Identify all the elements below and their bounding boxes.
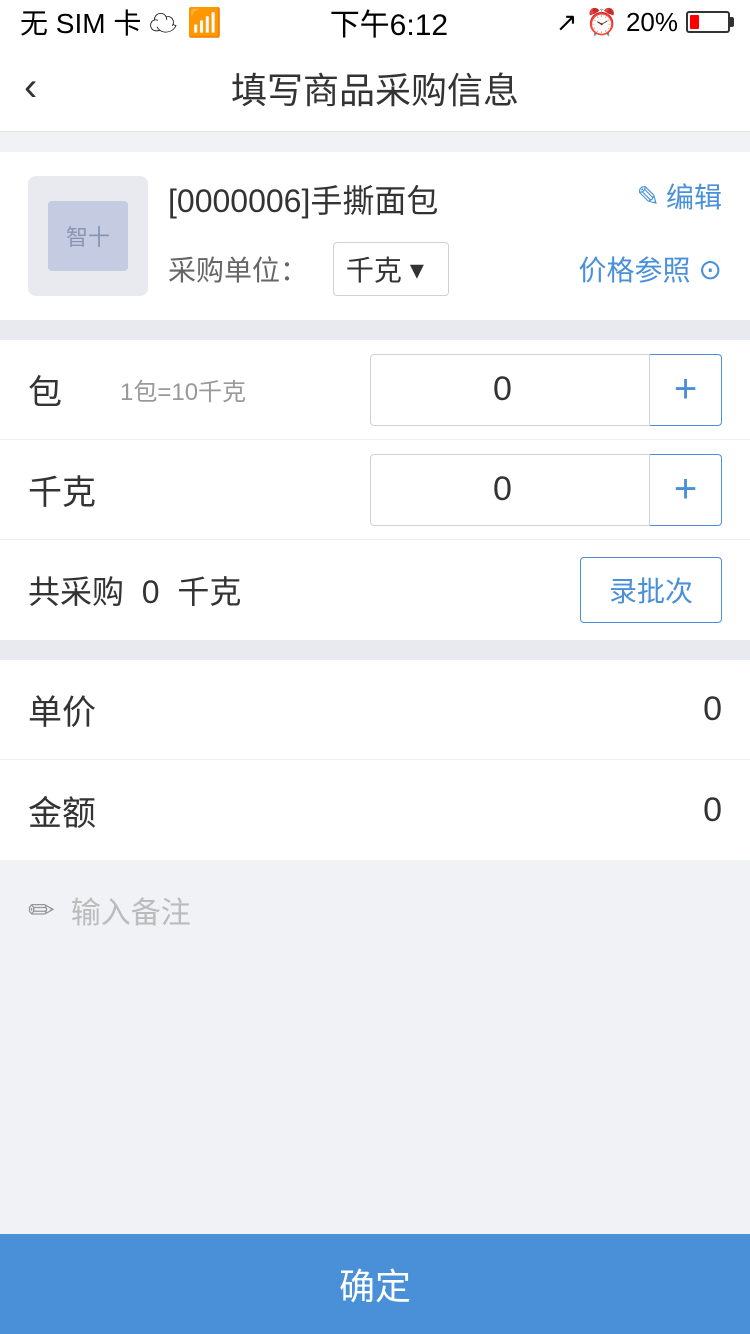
kg-label: 千克	[28, 465, 108, 514]
section-divider-2	[0, 640, 750, 660]
note-placeholder: 输入备注	[71, 888, 191, 932]
bag-number-input[interactable]	[370, 354, 650, 426]
nav-bar: ‹ 填写商品采购信息	[0, 44, 750, 132]
unit-select[interactable]: 千克 ▾	[333, 242, 449, 296]
bag-plus-button[interactable]: +	[650, 354, 722, 426]
summary-text: 共采购 0 千克	[28, 567, 241, 613]
question-icon: ⊙	[699, 253, 722, 286]
bag-input-row: 包 1包=10千克 +	[0, 340, 750, 440]
battery-fill	[690, 15, 699, 29]
battery-tip	[730, 17, 734, 27]
bag-label: 包	[28, 365, 108, 414]
input-section: 包 1包=10千克 + 千克 +	[0, 340, 750, 540]
summary-row: 共采购 0 千克 录批次	[0, 540, 750, 640]
summary-amount: 0	[142, 574, 160, 610]
summary-unit: 千克	[177, 574, 241, 610]
unit-selector-area: 采购单位： 千克 ▾	[168, 242, 449, 296]
section-divider-1	[0, 320, 750, 340]
product-logo: 智十	[48, 201, 128, 271]
price-ref-button[interactable]: 价格参照 ⊙	[579, 249, 722, 289]
status-time: 下午6:12	[330, 0, 448, 44]
status-bar: 无 SIM 卡 ☁ 📶 下午6:12 ↗ ⏰ 20%	[0, 0, 750, 44]
price-section: 单价 0 金额 0	[0, 660, 750, 860]
unit-price-label: 单价	[28, 685, 96, 734]
price-ref-label: 价格参照	[579, 249, 691, 289]
battery-percent: 20%	[626, 7, 678, 38]
logo-text: 智十	[66, 220, 110, 252]
product-unit-row: 采购单位： 千克 ▾ 价格参照 ⊙	[168, 242, 722, 296]
product-info: [0000006]手撕面包 ✎ 编辑 采购单位： 千克 ▾ 价格参照 ⊙	[168, 176, 722, 296]
amount-row: 金额 0	[0, 760, 750, 860]
unit-value: 千克	[346, 249, 402, 289]
kg-plus-button[interactable]: +	[650, 454, 722, 526]
product-name: [0000006]手撕面包	[168, 176, 438, 222]
wifi-icon: 📶	[187, 6, 222, 39]
alarm-icon: ⏰	[586, 7, 618, 38]
edit-icon: ✎	[637, 180, 660, 213]
bag-sublabel: 1包=10千克	[120, 372, 370, 407]
note-section[interactable]: ✏ 输入备注	[0, 860, 750, 960]
edit-button[interactable]: ✎ 编辑	[637, 176, 722, 216]
bag-input-control: +	[370, 354, 722, 426]
kg-input-control: +	[370, 454, 722, 526]
pencil-icon: ✏	[28, 891, 55, 929]
product-name-row: [0000006]手撕面包 ✎ 编辑	[168, 176, 722, 222]
location-icon: ↗	[556, 7, 578, 38]
amount-value: 0	[703, 791, 722, 830]
product-image: 智十	[28, 176, 148, 296]
unit-price-row: 单价 0	[0, 660, 750, 760]
kg-number-input[interactable]	[370, 454, 650, 526]
product-card: 智十 [0000006]手撕面包 ✎ 编辑 采购单位： 千克 ▾ 价格参照 ⊙	[0, 152, 750, 320]
battery-icon	[686, 11, 730, 33]
chevron-down-icon: ▾	[410, 253, 424, 286]
sim-label: 无 SIM 卡 ☁	[20, 2, 177, 42]
unit-label: 采购单位：	[168, 255, 308, 286]
kg-input-row: 千克 +	[0, 440, 750, 540]
status-left: 无 SIM 卡 ☁ 📶	[20, 2, 222, 42]
unit-price-value: 0	[703, 690, 722, 729]
confirm-button[interactable]: 确定	[0, 1234, 750, 1334]
edit-label: 编辑	[666, 176, 722, 216]
page-title: 填写商品采购信息	[231, 62, 519, 114]
back-button[interactable]: ‹	[24, 65, 37, 110]
amount-label: 金额	[28, 786, 96, 835]
summary-prefix: 共采购	[28, 574, 124, 610]
status-right: ↗ ⏰ 20%	[556, 7, 730, 38]
batch-button[interactable]: 录批次	[580, 557, 722, 623]
